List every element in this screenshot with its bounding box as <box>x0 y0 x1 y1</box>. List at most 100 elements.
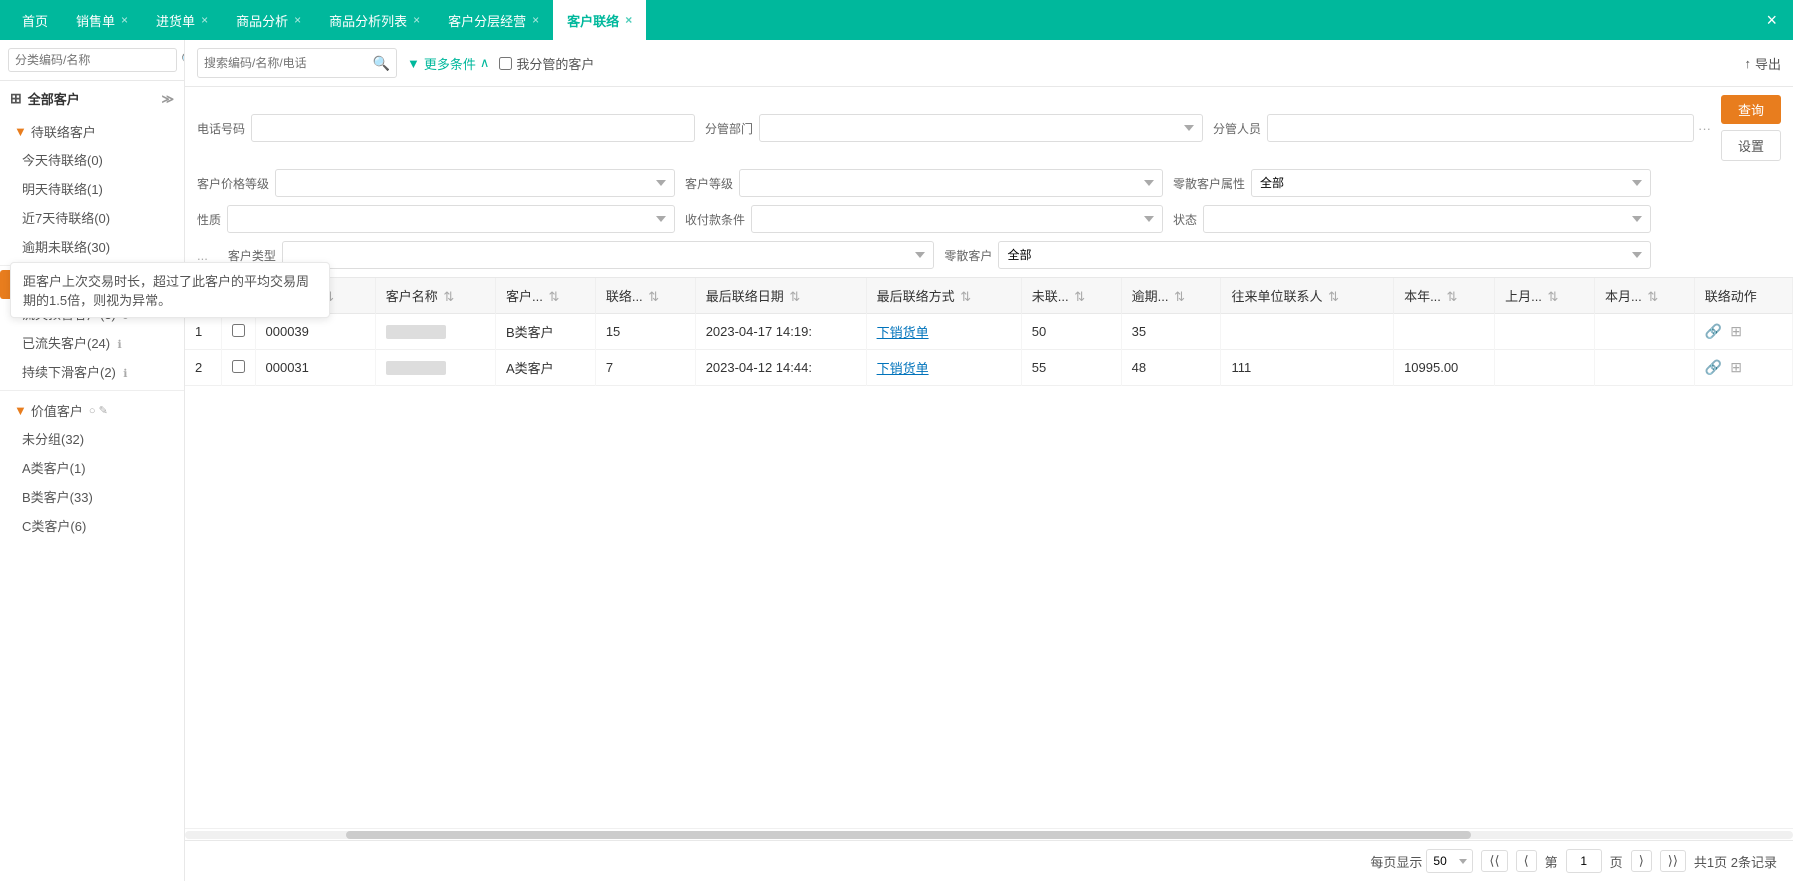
close-product-list-icon[interactable]: × <box>413 13 420 27</box>
more-filters-button[interactable]: ▼ 更多条件 ∧ <box>407 54 489 73</box>
dept-select[interactable] <box>759 114 1203 142</box>
row1-last-method-link[interactable]: 下销货单 <box>877 325 929 340</box>
next-page-button[interactable]: ⟩ <box>1631 850 1652 872</box>
sidebar: 🔍 ⊞ 全部客户 ≫ ▼ 待联络客户 今天待联络(0) 明天待联络(1) 近7天… <box>0 40 185 881</box>
row4-more-icon[interactable]: ... <box>197 248 218 263</box>
window-close-button[interactable]: × <box>1758 10 1785 31</box>
export-button[interactable]: ↑ 导出 <box>1744 54 1781 73</box>
row1-last-method: 下销货单 <box>866 314 1021 350</box>
sort-last-month-icon[interactable]: ⇅ <box>1548 289 1559 304</box>
sidebar-item-class-c[interactable]: C类客户(6) <box>0 511 184 540</box>
query-button[interactable]: 查询 <box>1721 95 1781 124</box>
filter-icon: ▼ <box>407 56 420 71</box>
row1-action-grid-icon[interactable]: ⊞ <box>1730 323 1742 340</box>
row1-contacts <box>1221 314 1394 350</box>
sort-name-icon[interactable]: ⇅ <box>443 289 454 304</box>
phone-input[interactable] <box>251 114 695 142</box>
sort-year-icon[interactable]: ⇅ <box>1447 289 1458 304</box>
my-customer-checkbox[interactable] <box>499 57 512 70</box>
filter-row-4: ... 客户类型 零散客户 全部 <box>197 241 1781 269</box>
row2-action-grid-icon[interactable]: ⊞ <box>1730 359 1742 376</box>
sidebar-collapse-icon[interactable]: ≫ <box>161 92 174 106</box>
sidebar-item-class-b[interactable]: B类客户(33) <box>0 482 184 511</box>
row2-action-link-icon[interactable]: 🔗 <box>1705 359 1722 376</box>
total-records-label: 共1页 2条记录 <box>1694 852 1777 871</box>
nav-product-analysis-list[interactable]: 商品分析列表 × <box>315 0 434 40</box>
prev-page-button[interactable]: ⟨ <box>1516 850 1537 872</box>
sort-grade-icon[interactable]: ⇅ <box>548 289 559 304</box>
sidebar-pending-contact-group[interactable]: ▼ 待联络客户 <box>0 116 184 145</box>
sidebar-item-churned[interactable]: 已流失客户(24) ℹ <box>0 328 184 357</box>
sidebar-search-input[interactable] <box>8 48 177 72</box>
sidebar-item-overdue-contact[interactable]: 逾期未联络(30) <box>0 232 184 261</box>
row2-code: 000031 <box>255 350 375 386</box>
filter-phone: 电话号码 <box>197 114 695 142</box>
close-segment-icon[interactable]: × <box>532 13 539 27</box>
search-input[interactable] <box>204 56 373 70</box>
nav-purchase[interactable]: 进货单 × <box>142 0 222 40</box>
filter-payment: 收付款条件 <box>685 205 1163 233</box>
toolbar: 🔍 ▼ 更多条件 ∧ 我分管的客户 ↑ 导出 <box>185 40 1793 87</box>
sidebar-content: ⊞ 全部客户 ≫ ▼ 待联络客户 今天待联络(0) 明天待联络(1) 近7天待联… <box>0 81 184 881</box>
sidebar-value-customer-group[interactable]: ▼ 价值客户 ○ ✎ <box>0 395 184 424</box>
nav-customer-contact[interactable]: 客户联络 × <box>553 0 646 40</box>
sidebar-item-tomorrow-contact[interactable]: 明天待联络(1) <box>0 174 184 203</box>
col-name: 客户名称 ⇅ <box>375 278 495 314</box>
close-contact-icon[interactable]: × <box>625 13 632 27</box>
price-grade-select[interactable] <box>275 169 675 197</box>
close-purchase-icon[interactable]: × <box>201 13 208 27</box>
info-icon-declining: ℹ <box>123 368 127 380</box>
col-actions: 联络动作 <box>1694 278 1792 314</box>
row1-action-link-icon[interactable]: 🔗 <box>1705 323 1722 340</box>
sort-contact-icon[interactable]: ⇅ <box>648 289 659 304</box>
row1-last-month <box>1495 314 1595 350</box>
per-page-select[interactable]: 20 50 100 200 <box>1426 849 1473 873</box>
nav-home[interactable]: 首页 <box>8 0 62 40</box>
filter-buttons: 查询 设置 <box>1721 95 1781 161</box>
filter-gender: 性质 <box>197 205 675 233</box>
close-product-analysis-icon[interactable]: × <box>294 13 301 27</box>
person-input[interactable] <box>1267 114 1694 142</box>
last-page-button[interactable]: ⟩⟩ <box>1660 850 1686 872</box>
sidebar-item-class-a[interactable]: A类客户(1) <box>0 453 184 482</box>
retail-customer-select[interactable]: 全部 <box>998 241 1651 269</box>
page-number-input[interactable] <box>1566 849 1602 873</box>
sort-last-date-icon[interactable]: ⇅ <box>789 289 800 304</box>
row2-checkbox[interactable] <box>232 360 245 373</box>
status-select[interactable] <box>1203 205 1651 233</box>
close-sales-icon[interactable]: × <box>121 13 128 27</box>
grade-select[interactable] <box>739 169 1163 197</box>
sidebar-item-declining[interactable]: 持续下滑客户(2) ℹ <box>0 357 184 386</box>
nav-customer-segment[interactable]: 客户分层经营 × <box>434 0 553 40</box>
arrow-down-icon: ▼ <box>14 124 27 139</box>
retail-attr-select[interactable]: 全部 <box>1251 169 1651 197</box>
sidebar-item-today-contact[interactable]: 今天待联络(0) <box>0 145 184 174</box>
sidebar-item-ungrouped[interactable]: 未分组(32) <box>0 424 184 453</box>
row1-index: 1 <box>185 314 221 350</box>
row2-contact: 7 <box>595 350 695 386</box>
sort-overdue-icon[interactable]: ⇅ <box>1174 289 1185 304</box>
payment-select[interactable] <box>751 205 1163 233</box>
gender-select[interactable] <box>227 205 675 233</box>
value-group-edit-icon[interactable]: ○ ✎ <box>89 404 108 417</box>
nav-product-analysis[interactable]: 商品分析 × <box>222 0 315 40</box>
sort-unlisted-icon[interactable]: ⇅ <box>1074 289 1085 304</box>
customer-type-select[interactable] <box>282 241 935 269</box>
horizontal-scroll-area[interactable] <box>185 828 1793 840</box>
sort-last-method-icon[interactable]: ⇅ <box>960 289 971 304</box>
row2-last-method-link[interactable]: 下销货单 <box>877 361 929 376</box>
search-icon[interactable]: 🔍 <box>373 55 390 72</box>
nav-sales[interactable]: 销售单 × <box>62 0 142 40</box>
sort-contacts-icon[interactable]: ⇅ <box>1328 289 1339 304</box>
row1-checkbox[interactable] <box>232 324 245 337</box>
sidebar-item-7day-contact[interactable]: 近7天待联络(0) <box>0 203 184 232</box>
setting-button[interactable]: 设置 <box>1721 130 1781 161</box>
person-more-icon[interactable]: ··· <box>1698 121 1711 136</box>
my-customer-checkbox-area: 我分管的客户 <box>499 54 594 73</box>
filter-person: 分管人员 ··· <box>1213 114 1711 142</box>
pagination-bar: 每页显示 20 50 100 200 ⟨⟨ ⟨ 第 页 ⟩ ⟩⟩ 共1页 2条记… <box>185 840 1793 881</box>
sort-this-month-icon[interactable]: ⇅ <box>1647 289 1658 304</box>
filter-row-3: 性质 收付款条件 状态 <box>197 205 1781 233</box>
first-page-button[interactable]: ⟨⟨ <box>1481 850 1507 872</box>
sidebar-all-customers[interactable]: ⊞ 全部客户 ≫ <box>0 81 184 116</box>
